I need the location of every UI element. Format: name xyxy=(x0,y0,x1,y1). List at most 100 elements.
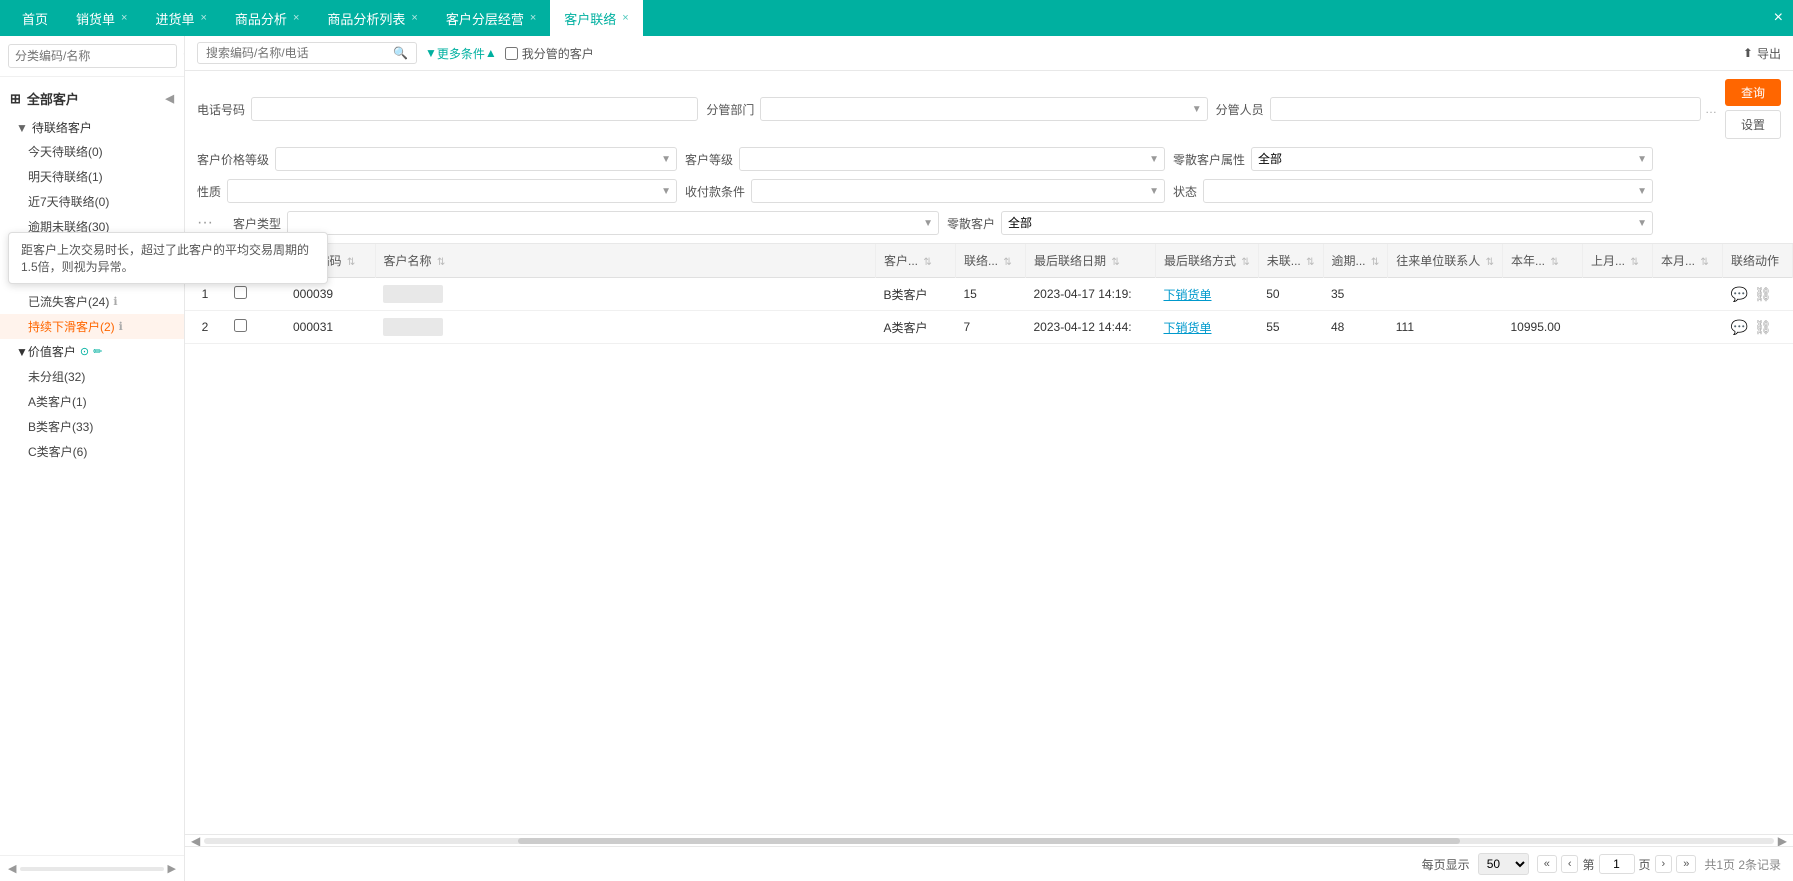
sidebar-item-declining[interactable]: 持续下滑客户(2) ℹ xyxy=(0,314,184,339)
th-last-date[interactable]: 最后联络日期 ⇅ xyxy=(1026,244,1156,278)
sidebar-item-class-a[interactable]: A类客户(1) xyxy=(0,389,184,414)
sidebar-scrollbar[interactable] xyxy=(20,867,163,871)
message-icon-2[interactable]: 💬 xyxy=(1731,319,1748,336)
link-icon-2[interactable]: ⛓ xyxy=(1754,319,1772,336)
last-method-link-2[interactable]: 下销货单 xyxy=(1164,321,1212,335)
th-unread[interactable]: 未联... ⇅ xyxy=(1258,244,1323,278)
sidebar-section-pending[interactable]: ▼ 待联络客户 xyxy=(0,114,184,139)
th-name[interactable]: 客户名称 ⇅ xyxy=(375,244,876,278)
th-last-month[interactable]: 上月... ⇅ xyxy=(1583,244,1653,278)
filter-nature-select[interactable] xyxy=(227,179,677,203)
sidebar-item-7days[interactable]: 近7天待联络(0) xyxy=(0,189,184,214)
h-scrollbar[interactable] xyxy=(204,838,1774,844)
th-type[interactable]: 客户... ⇅ xyxy=(876,244,956,278)
sidebar-item-ungrouped[interactable]: 未分组(32) xyxy=(0,364,184,389)
page-input[interactable] xyxy=(1599,854,1635,874)
filter-dept-select[interactable] xyxy=(760,97,1207,121)
filter-payment-select[interactable] xyxy=(751,179,1165,203)
nav-customer-tier-close[interactable]: × xyxy=(530,12,536,24)
sidebar-section-value: ▼ 价值客户 ⊙ ✏ xyxy=(0,339,184,364)
filter-customer-level-label: 客户等级 xyxy=(685,151,733,168)
value-group-edit2-icon[interactable]: ✏ xyxy=(93,345,102,358)
sort-last-date-icon: ⇅ xyxy=(1111,257,1119,268)
last-page-btn[interactable]: » xyxy=(1676,855,1696,873)
th-contact[interactable]: 联络... ⇅ xyxy=(956,244,1026,278)
my-customers-checkbox[interactable] xyxy=(505,47,518,60)
filter-person-more-icon[interactable]: … xyxy=(1705,102,1717,116)
filter-phone-input[interactable] xyxy=(251,97,698,121)
sidebar-all-customers[interactable]: ⊞ 全部客户 ◀ xyxy=(0,83,184,114)
filter-retail-customer: 零散客户 全部 xyxy=(947,211,1653,235)
query-button[interactable]: 查询 xyxy=(1725,79,1781,106)
filter-icon: ▼ xyxy=(425,46,437,60)
sort-this-year-icon: ⇅ xyxy=(1550,257,1558,268)
filter-retail-attr-label: 零散客户属性 xyxy=(1173,151,1245,168)
page-size-select[interactable]: 20 50 100 xyxy=(1478,853,1529,875)
main-search-input[interactable] xyxy=(206,46,393,60)
sort-contact-person-icon: ⇅ xyxy=(1486,257,1494,268)
main-search-icon[interactable]: 🔍 xyxy=(393,46,408,60)
table-row: 2 000031 A类客户 7 2023-04-12 14:44: xyxy=(185,311,1793,344)
cell-overdue-1: 35 xyxy=(1323,278,1388,311)
nav-purchase-close[interactable]: × xyxy=(200,12,206,24)
value-group-edit-icon[interactable]: ⊙ xyxy=(80,345,89,358)
export-btn[interactable]: ⬆ 导出 xyxy=(1743,45,1781,62)
filter-customer-type-select[interactable] xyxy=(287,211,939,235)
page-nav: « ‹ 第 页 › » xyxy=(1537,854,1697,874)
next-page-btn[interactable]: › xyxy=(1655,855,1673,873)
th-this-year[interactable]: 本年... ⇅ xyxy=(1503,244,1583,278)
link-icon-1[interactable]: ⛓ xyxy=(1754,286,1772,303)
filter-price-level: 客户价格等级 xyxy=(197,147,677,171)
more-filters-dots[interactable]: ··· xyxy=(197,215,213,231)
declining-info-icon[interactable]: ℹ xyxy=(119,320,123,333)
filter-status-select[interactable] xyxy=(1203,179,1653,203)
filter-payment: 收付款条件 xyxy=(685,179,1165,203)
window-close-button[interactable]: × xyxy=(1774,9,1783,27)
nav-customer-contact-close[interactable]: × xyxy=(622,12,628,24)
export-icon: ⬆ xyxy=(1743,46,1753,60)
row-checkbox-1[interactable] xyxy=(234,286,247,299)
action-buttons: 查询 设置 xyxy=(1725,79,1781,139)
filter-payment-label: 收付款条件 xyxy=(685,183,745,200)
sidebar-item-class-b[interactable]: B类客户(33) xyxy=(0,414,184,439)
sidebar-collapse-btn[interactable]: ◀ xyxy=(166,92,174,105)
sidebar-item-today[interactable]: 今天待联络(0) xyxy=(0,139,184,164)
more-filter-btn[interactable]: ▼ 更多条件 ▲ xyxy=(425,45,497,62)
nav-sales[interactable]: 销货单 × xyxy=(62,0,141,36)
first-page-btn[interactable]: « xyxy=(1537,855,1557,873)
nav-purchase[interactable]: 进货单 × xyxy=(141,0,220,36)
sidebar-item-class-c[interactable]: C类客户(6) xyxy=(0,439,184,464)
filter-status: 状态 xyxy=(1173,179,1653,203)
cell-num-2: 2 xyxy=(185,311,225,344)
grid-icon: ⊞ xyxy=(10,91,21,107)
settings-button[interactable]: 设置 xyxy=(1725,110,1781,139)
filter-customer-level-select[interactable] xyxy=(739,147,1165,171)
th-this-month[interactable]: 本月... ⇅ xyxy=(1653,244,1723,278)
cell-type-2: A类客户 xyxy=(876,311,956,344)
filter-price-level-select[interactable] xyxy=(275,147,677,171)
nav-customer-tier[interactable]: 客户分层经营 × xyxy=(432,0,550,36)
nav-product-analysis-close[interactable]: × xyxy=(293,12,299,24)
nav-sales-close[interactable]: × xyxy=(121,12,127,24)
nav-product-list[interactable]: 商品分析列表 × xyxy=(313,0,431,36)
th-contact-person[interactable]: 往来单位联系人 ⇅ xyxy=(1388,244,1503,278)
sidebar-search-input[interactable] xyxy=(8,44,177,68)
filter-customer-level: 客户等级 xyxy=(685,147,1165,171)
sidebar-item-churned[interactable]: 已流失客户(24) ℹ xyxy=(0,289,184,314)
prev-page-btn[interactable]: ‹ xyxy=(1561,855,1579,873)
row-checkbox-2[interactable] xyxy=(234,319,247,332)
filter-person-input[interactable] xyxy=(1270,97,1701,121)
nav-home[interactable]: 首页 xyxy=(8,0,62,36)
nav-product-analysis[interactable]: 商品分析 × xyxy=(221,0,313,36)
sidebar-item-tomorrow[interactable]: 明天待联络(1) xyxy=(0,164,184,189)
nav-product-list-close[interactable]: × xyxy=(411,12,417,24)
message-icon-1[interactable]: 💬 xyxy=(1731,286,1748,303)
filter-retail-attr-select[interactable]: 全部 xyxy=(1251,147,1653,171)
h-scrollbar-area: ◀ ▶ xyxy=(185,834,1793,846)
th-last-method[interactable]: 最后联络方式 ⇅ xyxy=(1156,244,1259,278)
nav-customer-contact[interactable]: 客户联络 × xyxy=(550,0,642,36)
filter-retail-customer-select[interactable]: 全部 xyxy=(1001,211,1653,235)
churned-info-icon[interactable]: ℹ xyxy=(113,295,117,308)
last-method-link-1[interactable]: 下销货单 xyxy=(1164,288,1212,302)
th-overdue[interactable]: 逾期... ⇅ xyxy=(1323,244,1388,278)
